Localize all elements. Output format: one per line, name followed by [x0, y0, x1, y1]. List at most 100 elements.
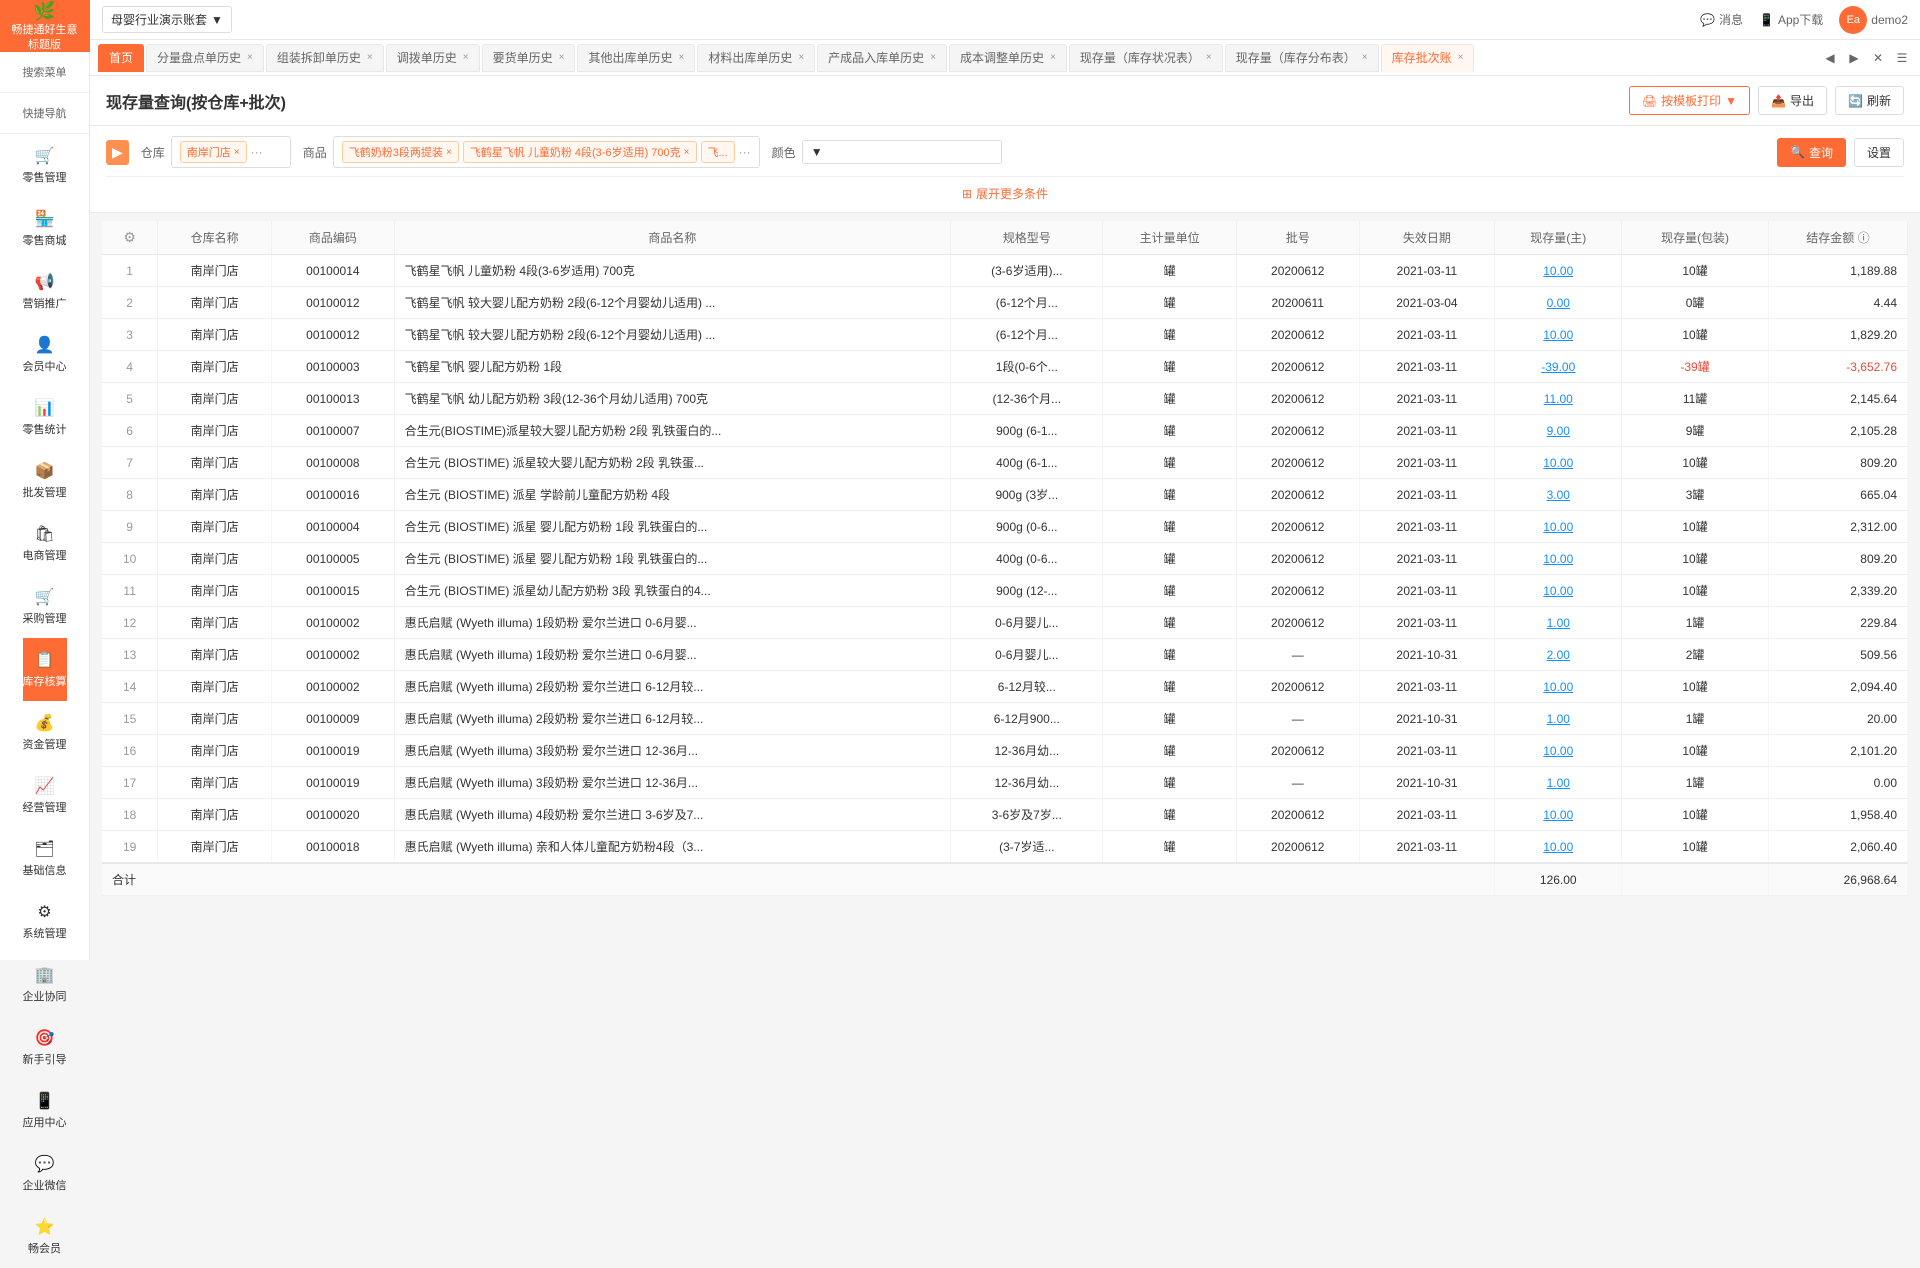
col-qty-pkg: 现存量(包装)	[1622, 221, 1769, 255]
message-label: 消息	[1719, 11, 1743, 28]
color-filter-label: 颜色	[772, 144, 796, 161]
tab-bar: 首页分量盘点单历史×组装拆卸单历史×调拨单历史×要货单历史×其他出库单历史×材料…	[90, 40, 1920, 76]
sidebar-item-shop[interactable]: 🏪 零售商城	[23, 197, 67, 260]
finance-label: 资金管理	[23, 736, 67, 752]
tab-close-inventory-status[interactable]: ×	[1206, 52, 1212, 63]
product-filter-label: 商品	[303, 144, 327, 161]
page-actions: 🖨 按模板打印 ▼ 📤 导出 🔄 刷新	[1629, 86, 1904, 115]
quick-nav[interactable]: 快捷导航	[0, 93, 89, 134]
sidebar-item-appcenter[interactable]: 📱 应用中心	[23, 1079, 67, 1142]
retail-icon: 🛒	[35, 146, 55, 166]
page-title: 现存量查询(按仓库+批次)	[106, 89, 286, 113]
tab-home[interactable]: 首页	[98, 44, 144, 72]
table-row: 9 南岸门店 00100004 合生元 (BIOSTIME) 派星 婴儿配方奶粉…	[102, 511, 1908, 543]
sidebar-item-operations[interactable]: 📈 经营管理	[23, 764, 67, 827]
newguide-icon: 🎯	[35, 1028, 55, 1048]
sidebar-item-corpwechat[interactable]: 💬 企业微信	[23, 1142, 67, 1205]
refresh-icon: 🔄	[1848, 94, 1863, 108]
tab-close-btn[interactable]: ✕	[1868, 48, 1888, 68]
appcenter-icon: 📱	[35, 1091, 55, 1111]
tab-close-adjust[interactable]: ×	[463, 52, 469, 63]
color-filter-input[interactable]: ▼	[802, 140, 1002, 164]
tab-close-request[interactable]: ×	[559, 52, 565, 63]
warehouse-more-icon: ···	[251, 145, 263, 159]
tab-close-product-in[interactable]: ×	[930, 52, 936, 63]
tab-adjust[interactable]: 调拨单历史×	[386, 44, 480, 72]
account-dropdown[interactable]: 母婴行业演示账套 ▼	[102, 6, 232, 33]
tab-disassemble[interactable]: 组装拆卸单历史×	[266, 44, 384, 72]
newguide-label: 新手引导	[23, 1051, 67, 1067]
sidebar-item-base[interactable]: 🗂 基础信息	[23, 827, 67, 890]
search-menu[interactable]: 搜索菜单	[0, 52, 89, 93]
expand-btn[interactable]: ▶	[106, 140, 129, 165]
sidebar-item-finance[interactable]: 💰 资金管理	[23, 701, 67, 764]
tab-close-inventory-dist[interactable]: ×	[1362, 52, 1368, 63]
tab-split-inventory[interactable]: 分量盘点单历史×	[146, 44, 264, 72]
sidebar-item-system[interactable]: ⚙ 系统管理	[23, 890, 67, 953]
print-btn[interactable]: 🖨 按模板打印 ▼	[1629, 86, 1750, 115]
tab-menu-btn[interactable]: ☰	[1892, 48, 1912, 68]
sidebar-item-member2[interactable]: ⭐ 畅会员	[23, 1205, 67, 1268]
tab-cost-adjust[interactable]: 成本调整单历史×	[949, 44, 1067, 72]
product-tag-2: 飞鹤星飞帆 儿童奶粉 4段(3-6岁适用) 700克 ×	[463, 141, 697, 163]
tab-batch-voucher[interactable]: 库存批次账×	[1381, 44, 1475, 72]
tab-material-out[interactable]: 材料出库单历史×	[697, 44, 815, 72]
refresh-btn[interactable]: 🔄 刷新	[1835, 86, 1904, 115]
tab-product-in[interactable]: 产成品入库单历史×	[817, 44, 947, 72]
product-tag-1-text: 飞鹤奶粉3段两提装	[349, 144, 443, 160]
warehouse-tag-text: 南岸门店	[187, 144, 231, 160]
message-btn[interactable]: 💬 消息	[1700, 11, 1743, 28]
enterprise-label: 企业协同	[23, 988, 67, 1004]
table-row: 12 南岸门店 00100002 惠氏启赋 (Wyeth illuma) 1段奶…	[102, 607, 1908, 639]
sidebar-item-purchase[interactable]: 🛒 采购管理	[23, 575, 67, 638]
tab-close-material-out[interactable]: ×	[798, 52, 804, 63]
tab-inventory-status[interactable]: 现存量（库存状况表）×	[1069, 44, 1223, 72]
sidebar-item-member[interactable]: 👤 会员中心	[23, 323, 67, 386]
warehouse-filter-input[interactable]: 南岸门店 × ···	[171, 136, 291, 168]
export-btn[interactable]: 📤 导出	[1758, 86, 1827, 115]
sidebar-item-stats[interactable]: 📊 零售统计	[23, 386, 67, 449]
member2-label: 畅会员	[28, 1240, 61, 1256]
tab-close-cost-adjust[interactable]: ×	[1050, 52, 1056, 63]
query-btn[interactable]: 🔍 查询	[1777, 138, 1846, 167]
tab-prev-btn[interactable]: ◀	[1820, 48, 1840, 68]
sidebar-item-inventory[interactable]: 📋 库存核算	[23, 638, 67, 701]
settings-btn[interactable]: 设置	[1854, 138, 1904, 167]
col-unit: 主计量单位	[1103, 221, 1237, 255]
wholesale-label: 批发管理	[23, 484, 67, 500]
expand-more-conditions[interactable]: ⊞ 展开更多条件	[106, 176, 1904, 202]
filter-row-1: ▶ 仓库 南岸门店 × ··· 商品 飞鹤奶粉3段两提	[106, 136, 1904, 168]
table-footer-row: 合计 126.00 26,968.64	[102, 863, 1908, 896]
member-label: 会员中心	[23, 358, 67, 374]
tab-label-other-out: 其他出库单历史	[588, 49, 672, 66]
sidebar-item-retail[interactable]: 🛒 零售管理	[23, 134, 67, 197]
stats-icon: 📊	[35, 398, 55, 418]
tab-request[interactable]: 要货单历史×	[482, 44, 576, 72]
avatar-text: Ea	[1847, 14, 1860, 26]
footer-amount: 26,968.64	[1768, 863, 1907, 896]
tab-close-split-inventory[interactable]: ×	[247, 52, 253, 63]
warehouse-tag-close[interactable]: ×	[234, 147, 240, 158]
tab-close-batch-voucher[interactable]: ×	[1458, 52, 1464, 63]
tab-close-other-out[interactable]: ×	[678, 52, 684, 63]
sidebar-item-enterprise[interactable]: 🏢 企业协同	[23, 953, 67, 1016]
sidebar-item-ecommerce[interactable]: 🛍 电商管理	[23, 512, 67, 575]
product-filter-input[interactable]: 飞鹤奶粉3段两提装 × 飞鹤星飞帆 儿童奶粉 4段(3-6岁适用) 700克 ×…	[333, 136, 760, 168]
product-tag-3-text: 飞...	[708, 144, 728, 160]
sidebar-item-wholesale[interactable]: 📦 批发管理	[23, 449, 67, 512]
user-info[interactable]: Ea demo2	[1839, 6, 1908, 34]
avatar: Ea	[1839, 6, 1867, 34]
tab-close-disassemble[interactable]: ×	[367, 52, 373, 63]
tab-other-out[interactable]: 其他出库单历史 ×	[577, 44, 695, 72]
product-tag-2-close[interactable]: ×	[684, 147, 690, 158]
system-icon: ⚙	[37, 902, 51, 922]
product-tag-1-close[interactable]: ×	[446, 147, 452, 158]
tab-inventory-dist[interactable]: 现存量（库存分布表）×	[1225, 44, 1379, 72]
app-download-btn[interactable]: 📱 App下载	[1759, 11, 1823, 28]
sidebar-item-newguide[interactable]: 🎯 新手引导	[23, 1016, 67, 1079]
tab-next-btn[interactable]: ▶	[1844, 48, 1864, 68]
table-row: 13 南岸门店 00100002 惠氏启赋 (Wyeth illuma) 1段奶…	[102, 639, 1908, 671]
sidebar-item-marketing[interactable]: 📢 营销推广	[23, 260, 67, 323]
column-settings-icon[interactable]: ⚙	[123, 229, 136, 245]
color-dropdown-icon: ▼	[811, 145, 823, 159]
